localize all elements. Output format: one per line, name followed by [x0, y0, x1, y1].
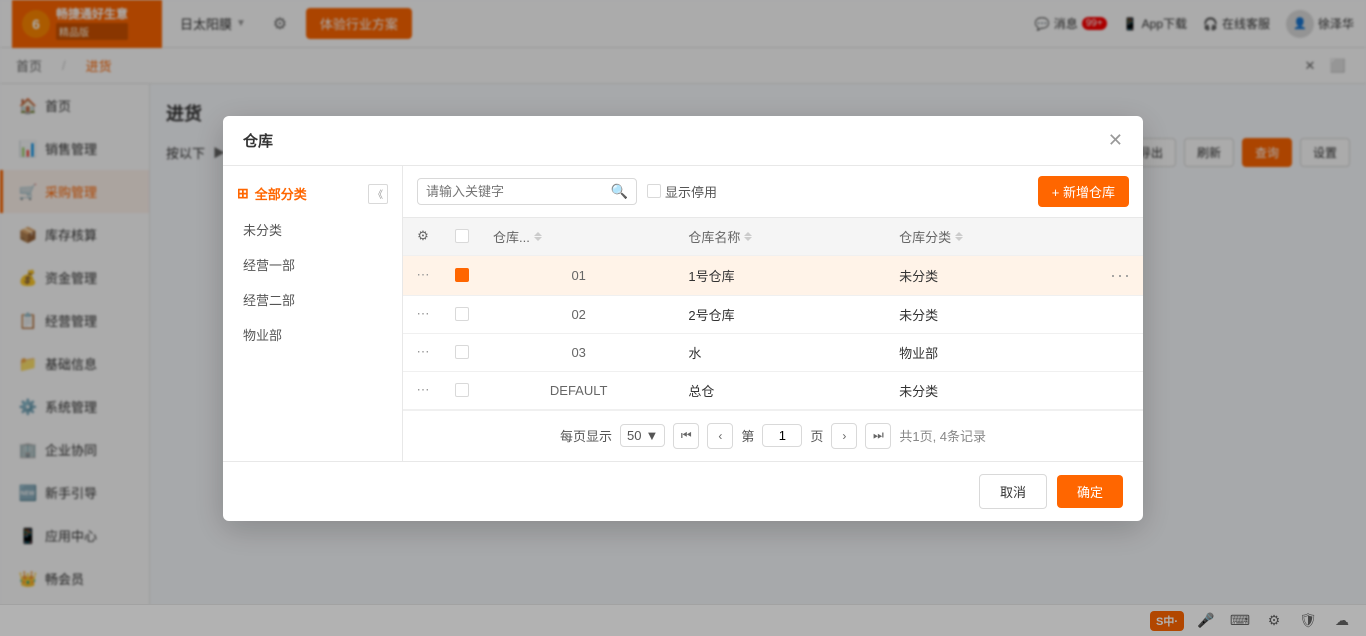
modal-overlay: 仓库 ✕ ⊞ 全部分类 《 未分类 经营一部 经营二部 物业部: [0, 0, 1366, 636]
row-check-cell: [443, 333, 481, 371]
table-row[interactable]: ⋯ DEFAULT 总仓 未分类: [403, 371, 1143, 409]
row-gear[interactable]: ⋯: [403, 295, 443, 333]
row-num: DEFAULT: [481, 371, 676, 409]
add-warehouse-btn[interactable]: + 新增仓库: [1038, 176, 1129, 207]
warehouse-toolbar: 🔍 显示停用 + 新增仓库: [403, 166, 1143, 218]
sort-icon-code: [534, 232, 542, 241]
col-code: 仓库...: [481, 218, 676, 256]
row-check-cell: [443, 255, 481, 295]
row-gear[interactable]: ⋯: [403, 333, 443, 371]
modal-title: 仓库: [243, 130, 273, 151]
row-action: [1098, 295, 1143, 333]
row-checkbox[interactable]: [455, 345, 469, 359]
row-num: 01: [481, 255, 676, 295]
col-actions: [1098, 218, 1143, 256]
row-category: 未分类: [887, 295, 1098, 333]
page-unit: 页: [810, 426, 823, 445]
warehouse-table: ⚙ 仓库...: [403, 218, 1143, 410]
cancel-button[interactable]: 取消: [979, 474, 1047, 509]
page-input[interactable]: [762, 424, 802, 447]
col-name: 仓库名称: [676, 218, 887, 256]
category-panel: ⊞ 全部分类 《 未分类 经营一部 经营二部 物业部: [223, 166, 403, 461]
row-dots-btn[interactable]: ···: [1110, 265, 1131, 285]
col-check: [443, 218, 481, 256]
col-code-sort[interactable]: 仓库...: [493, 227, 664, 246]
page-first-btn[interactable]: ⏮: [673, 423, 699, 449]
page-last-btn[interactable]: ⏭: [865, 423, 891, 449]
search-input[interactable]: [426, 184, 605, 199]
sort-icon-name: [744, 232, 752, 241]
row-num: 03: [481, 333, 676, 371]
col-category: 仓库分类: [887, 218, 1098, 256]
row-category: 未分类: [887, 255, 1098, 295]
row-action: [1098, 333, 1143, 371]
page-prev-btn[interactable]: ‹: [707, 423, 733, 449]
row-category: 物业部: [887, 333, 1098, 371]
row-check-cell: [443, 371, 481, 409]
page-total: 共1页, 4条记录: [899, 426, 986, 445]
cat-item-ops2[interactable]: 经营二部: [223, 282, 402, 317]
row-name: 1号仓库: [676, 255, 887, 295]
warehouse-content: 🔍 显示停用 + 新增仓库 ⚙: [403, 166, 1143, 461]
row-num: 02: [481, 295, 676, 333]
category-header: ⊞ 全部分类 《: [223, 176, 402, 212]
per-page-label: 每页显示: [560, 426, 612, 445]
header-checkbox[interactable]: [455, 229, 469, 243]
row-check-cell: [443, 295, 481, 333]
show-disabled-checkbox[interactable]: [647, 184, 661, 198]
show-disabled-label[interactable]: 显示停用: [647, 182, 717, 201]
row-name: 2号仓库: [676, 295, 887, 333]
row-gear[interactable]: ⋯: [403, 255, 443, 295]
grid-icon: ⊞: [237, 185, 249, 202]
modal-footer: 取消 确定: [223, 461, 1143, 521]
row-checkbox[interactable]: [455, 307, 469, 321]
select-arrow-icon: ▼: [645, 428, 658, 443]
sort-icon-cat: [955, 232, 963, 241]
row-checkbox[interactable]: [455, 383, 469, 397]
row-name: 水: [676, 333, 887, 371]
per-page-select[interactable]: 50 ▼: [620, 424, 665, 447]
col-name-sort[interactable]: 仓库名称: [688, 227, 875, 246]
search-box: 🔍: [417, 178, 637, 205]
table-row[interactable]: ⋯ 02 2号仓库 未分类: [403, 295, 1143, 333]
row-name: 总仓: [676, 371, 887, 409]
row-category: 未分类: [887, 371, 1098, 409]
warehouse-modal: 仓库 ✕ ⊞ 全部分类 《 未分类 经营一部 经营二部 物业部: [223, 116, 1143, 521]
row-gear[interactable]: ⋯: [403, 371, 443, 409]
pagination: 每页显示 50 ▼ ⏮ ‹ 第 页 › ⏭ 共1页, 4条记录: [403, 410, 1143, 461]
table-row[interactable]: ⋯ 03 水 物业部: [403, 333, 1143, 371]
cat-item-unclassified[interactable]: 未分类: [223, 212, 402, 247]
modal-body: ⊞ 全部分类 《 未分类 经营一部 经营二部 物业部 🔍: [223, 166, 1143, 461]
cat-item-property[interactable]: 物业部: [223, 317, 402, 352]
page-label: 第: [741, 426, 754, 445]
warehouse-table-element: ⚙ 仓库...: [403, 218, 1143, 410]
table-row[interactable]: ⋯ 01 1号仓库 未分类 ···: [403, 255, 1143, 295]
modal-close-btn[interactable]: ✕: [1108, 130, 1123, 151]
all-categories-btn[interactable]: ⊞ 全部分类: [237, 184, 307, 203]
col-cat-sort[interactable]: 仓库分类: [899, 227, 1086, 246]
modal-header: 仓库 ✕: [223, 116, 1143, 166]
row-action: ···: [1098, 255, 1143, 295]
page-next-btn[interactable]: ›: [831, 423, 857, 449]
confirm-button[interactable]: 确定: [1057, 475, 1123, 508]
col-gear: ⚙: [403, 218, 443, 256]
cat-item-ops1[interactable]: 经营一部: [223, 247, 402, 282]
collapse-btn[interactable]: 《: [368, 184, 388, 204]
search-icon[interactable]: 🔍: [611, 183, 628, 200]
row-checkbox[interactable]: [455, 268, 469, 282]
row-action: [1098, 371, 1143, 409]
